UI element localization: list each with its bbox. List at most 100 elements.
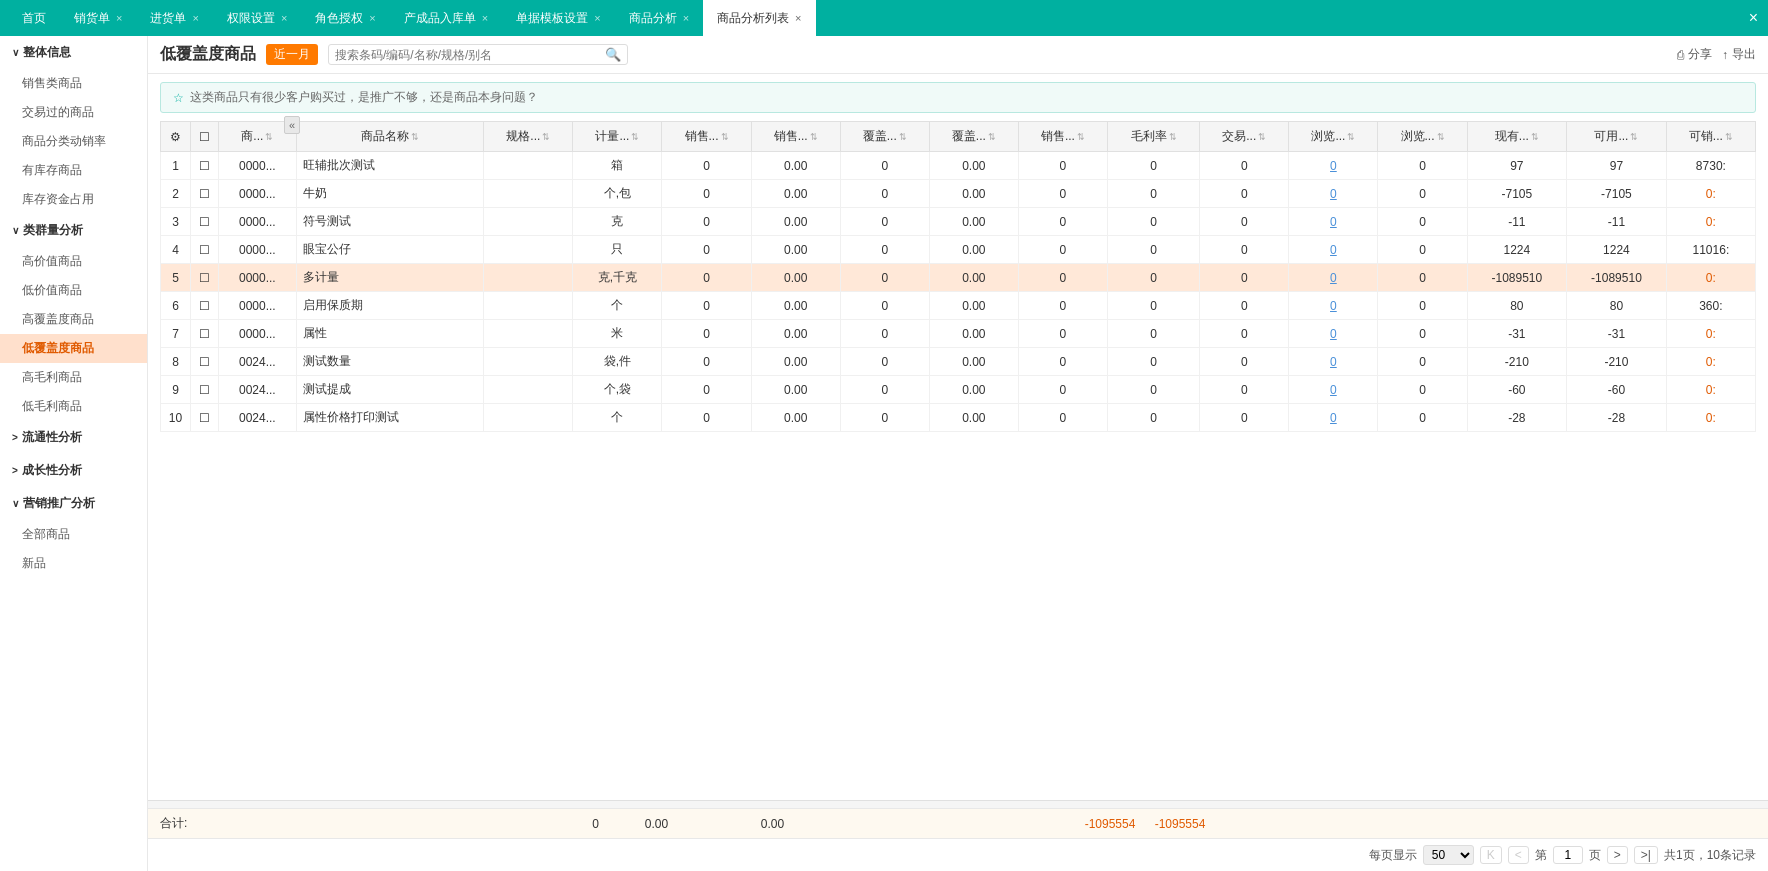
- table-cell[interactable]: ☐: [191, 348, 219, 376]
- table-cell[interactable]: ☐: [191, 292, 219, 320]
- sidebar: ∨ 整体信息 销售类商品 交易过的商品 商品分类动销率 有库存商品 库存资金占用…: [0, 36, 148, 871]
- nav-item-analysis-list[interactable]: 商品分析列表 ×: [703, 0, 815, 36]
- table-cell: -210: [1467, 348, 1567, 376]
- close-icon[interactable]: ×: [683, 12, 689, 24]
- table-cell: 克,千克: [573, 264, 662, 292]
- scrollbar[interactable]: [148, 800, 1768, 808]
- table-cell[interactable]: ☐: [191, 152, 219, 180]
- sidebar-section-cluster[interactable]: ∨ 类群量分析: [0, 214, 147, 247]
- table-cell[interactable]: ☐: [191, 208, 219, 236]
- table-cell: 80: [1567, 292, 1667, 320]
- table-cell: 1224: [1567, 236, 1667, 264]
- table-cell: 8730:: [1666, 152, 1755, 180]
- per-page-select[interactable]: 20 50 100: [1423, 845, 1474, 865]
- close-icon[interactable]: ×: [192, 12, 198, 24]
- table-cell: 0: [1018, 208, 1107, 236]
- table-cell: 0:: [1666, 180, 1755, 208]
- first-page-button[interactable]: K: [1480, 846, 1502, 864]
- table-cell: 97: [1467, 152, 1567, 180]
- table-cell: 旺辅批次测试: [296, 152, 484, 180]
- table-cell: 0: [840, 152, 929, 180]
- table-cell: 0: [662, 292, 751, 320]
- table-cell: [484, 376, 573, 404]
- table-cell: 0: [662, 320, 751, 348]
- table-cell: [484, 292, 573, 320]
- sidebar-section-growth[interactable]: > 成长性分析: [0, 454, 147, 487]
- table-cell: 0: [662, 180, 751, 208]
- nav-item-sales[interactable]: 销货单 ×: [60, 0, 136, 36]
- table-cell: 0: [1108, 208, 1200, 236]
- sidebar-item-new-goods[interactable]: 新品: [0, 549, 147, 578]
- export-button[interactable]: ↑ 导出: [1722, 46, 1756, 63]
- sidebar-item-in-stock[interactable]: 有库存商品: [0, 156, 147, 185]
- sidebar-section-liquidity[interactable]: > 流通性分析: [0, 421, 147, 454]
- sidebar-item-high-coverage[interactable]: 高覆盖度商品: [0, 305, 147, 334]
- close-icon[interactable]: ×: [281, 12, 287, 24]
- table-cell[interactable]: ☐: [191, 404, 219, 432]
- sidebar-item-stock-fund[interactable]: 库存资金占用: [0, 185, 147, 214]
- table-cell[interactable]: ☐: [191, 376, 219, 404]
- close-icon[interactable]: ×: [482, 12, 488, 24]
- sidebar-item-low-gross[interactable]: 低毛利商品: [0, 392, 147, 421]
- nav-item-permissions[interactable]: 权限设置 ×: [213, 0, 301, 36]
- table-cell: 0:: [1666, 404, 1755, 432]
- page-input[interactable]: [1553, 846, 1583, 864]
- sidebar-item-low-value[interactable]: 低价值商品: [0, 276, 147, 305]
- table-cell[interactable]: ☐: [191, 320, 219, 348]
- table-cell: 0: [840, 348, 929, 376]
- date-filter-button[interactable]: 近一月: [266, 44, 318, 65]
- prev-page-button[interactable]: <: [1508, 846, 1529, 864]
- table-cell: -11: [1467, 208, 1567, 236]
- table-cell: 0: [1378, 376, 1467, 404]
- search-icon[interactable]: 🔍: [605, 47, 621, 62]
- table-header-row: ⚙ ☐ 商...⇅ 商品名称⇅ 规格...⇅ 计量...⇅ 销售...⇅ 销售.…: [161, 122, 1756, 152]
- gross-rate-column-header: 毛利率⇅: [1108, 122, 1200, 152]
- sidebar-section-overall[interactable]: ∨ 整体信息: [0, 36, 147, 69]
- nav-item-analysis[interactable]: 商品分析 ×: [615, 0, 703, 36]
- settings-column-header[interactable]: ⚙: [161, 122, 191, 152]
- table-cell: 0:: [1666, 264, 1755, 292]
- nav-item-production[interactable]: 产成品入库单 ×: [390, 0, 502, 36]
- next-page-button[interactable]: >: [1607, 846, 1628, 864]
- table-cell[interactable]: ☐: [191, 180, 219, 208]
- nav-item-template[interactable]: 单据模板设置 ×: [502, 0, 614, 36]
- table-cell: 0.00: [751, 404, 840, 432]
- table-cell: 0000...: [219, 264, 297, 292]
- table-cell[interactable]: ☐: [191, 264, 219, 292]
- table-cell: 4: [161, 236, 191, 264]
- table-row: 9☐0024...测试提成个,袋00.0000.0000000-60-600:: [161, 376, 1756, 404]
- sidebar-collapse-button[interactable]: «: [284, 116, 300, 134]
- checkbox-column-header[interactable]: ☐: [191, 122, 219, 152]
- table-cell: 0: [840, 208, 929, 236]
- sidebar-item-traded-goods[interactable]: 交易过的商品: [0, 98, 147, 127]
- trade-column-header: 交易...⇅: [1200, 122, 1289, 152]
- close-icon[interactable]: ×: [369, 12, 375, 24]
- sidebar-item-category-rate[interactable]: 商品分类动销率: [0, 127, 147, 156]
- close-icon[interactable]: ×: [795, 12, 801, 24]
- close-icon[interactable]: ×: [116, 12, 122, 24]
- sidebar-section-marketing[interactable]: ∨ 营销推广分析: [0, 487, 147, 520]
- collapse-arrow-icon: ∨: [12, 225, 19, 236]
- table-cell: 0.00: [929, 320, 1018, 348]
- table-cell: 牛奶: [296, 180, 484, 208]
- sidebar-item-all-goods[interactable]: 全部商品: [0, 520, 147, 549]
- last-page-button[interactable]: >|: [1634, 846, 1658, 864]
- nav-item-role[interactable]: 角色授权 ×: [301, 0, 389, 36]
- sidebar-item-high-value[interactable]: 高价值商品: [0, 247, 147, 276]
- share-icon: ⎙: [1677, 48, 1684, 62]
- nav-item-home[interactable]: 首页: [8, 0, 60, 36]
- search-input[interactable]: [335, 48, 605, 62]
- window-close-button[interactable]: ×: [1749, 9, 1758, 27]
- nav-item-purchase[interactable]: 进货单 ×: [136, 0, 212, 36]
- table-cell: 0.00: [929, 376, 1018, 404]
- sidebar-item-low-coverage[interactable]: 低覆盖度商品: [0, 334, 147, 363]
- table-cell[interactable]: ☐: [191, 236, 219, 264]
- sidebar-item-sales-goods[interactable]: 销售类商品: [0, 69, 147, 98]
- close-icon[interactable]: ×: [594, 12, 600, 24]
- share-button[interactable]: ⎙ 分享: [1677, 46, 1712, 63]
- table-cell: 2: [161, 180, 191, 208]
- table-cell: 0: [662, 376, 751, 404]
- table-cell: 个,包: [573, 180, 662, 208]
- sidebar-item-high-gross[interactable]: 高毛利商品: [0, 363, 147, 392]
- totals-sales1: 0: [568, 817, 623, 831]
